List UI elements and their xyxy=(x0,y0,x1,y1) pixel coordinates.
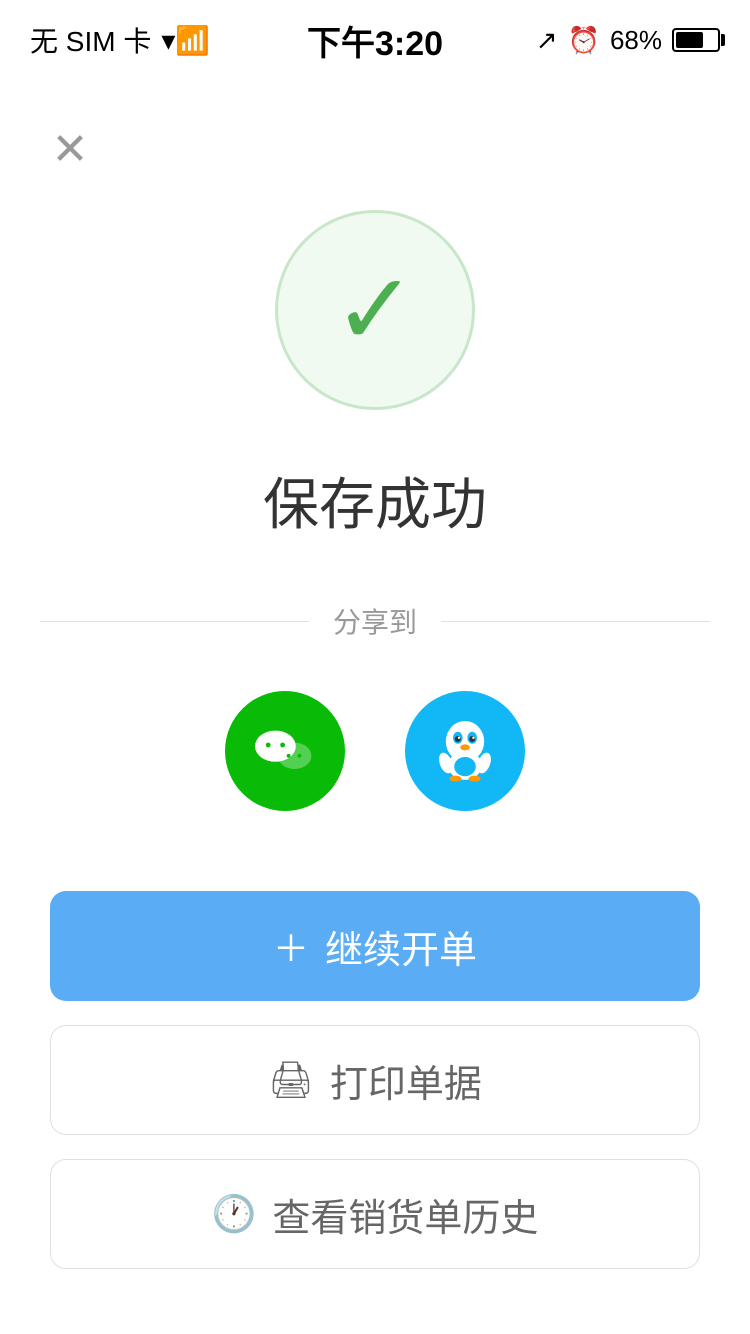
share-divider: 分享到 xyxy=(40,601,710,641)
battery-bar xyxy=(672,28,720,52)
qq-icon xyxy=(429,715,501,787)
status-time: 下午3:20 xyxy=(307,16,443,65)
location-icon: ↗ xyxy=(536,25,558,56)
status-left: 无 SIM 卡 ▾📶 xyxy=(30,20,210,60)
action-buttons: ＋ 继续开单 🖨 打印单据 🕐 查看销货单历史 xyxy=(40,891,710,1269)
wechat-share-button[interactable] xyxy=(225,691,345,811)
continue-button[interactable]: ＋ 继续开单 xyxy=(50,891,700,1001)
success-title: 保存成功 xyxy=(263,460,487,541)
print-icon: 🖨 xyxy=(268,1059,314,1101)
history-button[interactable]: 🕐 查看销货单历史 xyxy=(50,1159,700,1269)
qq-share-button[interactable] xyxy=(405,691,525,811)
history-label: 查看销货单历史 xyxy=(272,1187,538,1242)
alarm-icon: ⏰ xyxy=(568,25,600,56)
print-label: 打印单据 xyxy=(330,1053,482,1108)
wifi-icon: ▾📶 xyxy=(161,24,210,57)
plus-icon: ＋ xyxy=(273,920,309,972)
status-right: ↗ ⏰ 68% xyxy=(536,25,720,56)
battery-percent: 68% xyxy=(610,25,662,56)
divider-left xyxy=(40,621,309,622)
carrier-label: 无 SIM 卡 xyxy=(30,20,151,60)
continue-label: 继续开单 xyxy=(325,919,477,974)
status-bar: 无 SIM 卡 ▾📶 下午3:20 ↗ ⏰ 68% xyxy=(0,0,750,80)
success-indicator: ✓ xyxy=(275,210,475,410)
history-icon: 🕐 xyxy=(212,1193,257,1235)
print-button[interactable]: 🖨 打印单据 xyxy=(50,1025,700,1135)
wechat-icon xyxy=(249,715,321,787)
main-content: ✕ ✓ 保存成功 分享到 xyxy=(0,80,750,1334)
close-button[interactable]: ✕ xyxy=(40,120,100,180)
battery-indicator xyxy=(672,28,720,52)
battery-fill xyxy=(676,32,703,48)
share-label: 分享到 xyxy=(309,601,441,641)
checkmark-icon: ✓ xyxy=(333,260,417,360)
divider-right xyxy=(441,621,710,622)
close-icon: ✕ xyxy=(52,128,89,172)
share-icons xyxy=(225,691,525,811)
